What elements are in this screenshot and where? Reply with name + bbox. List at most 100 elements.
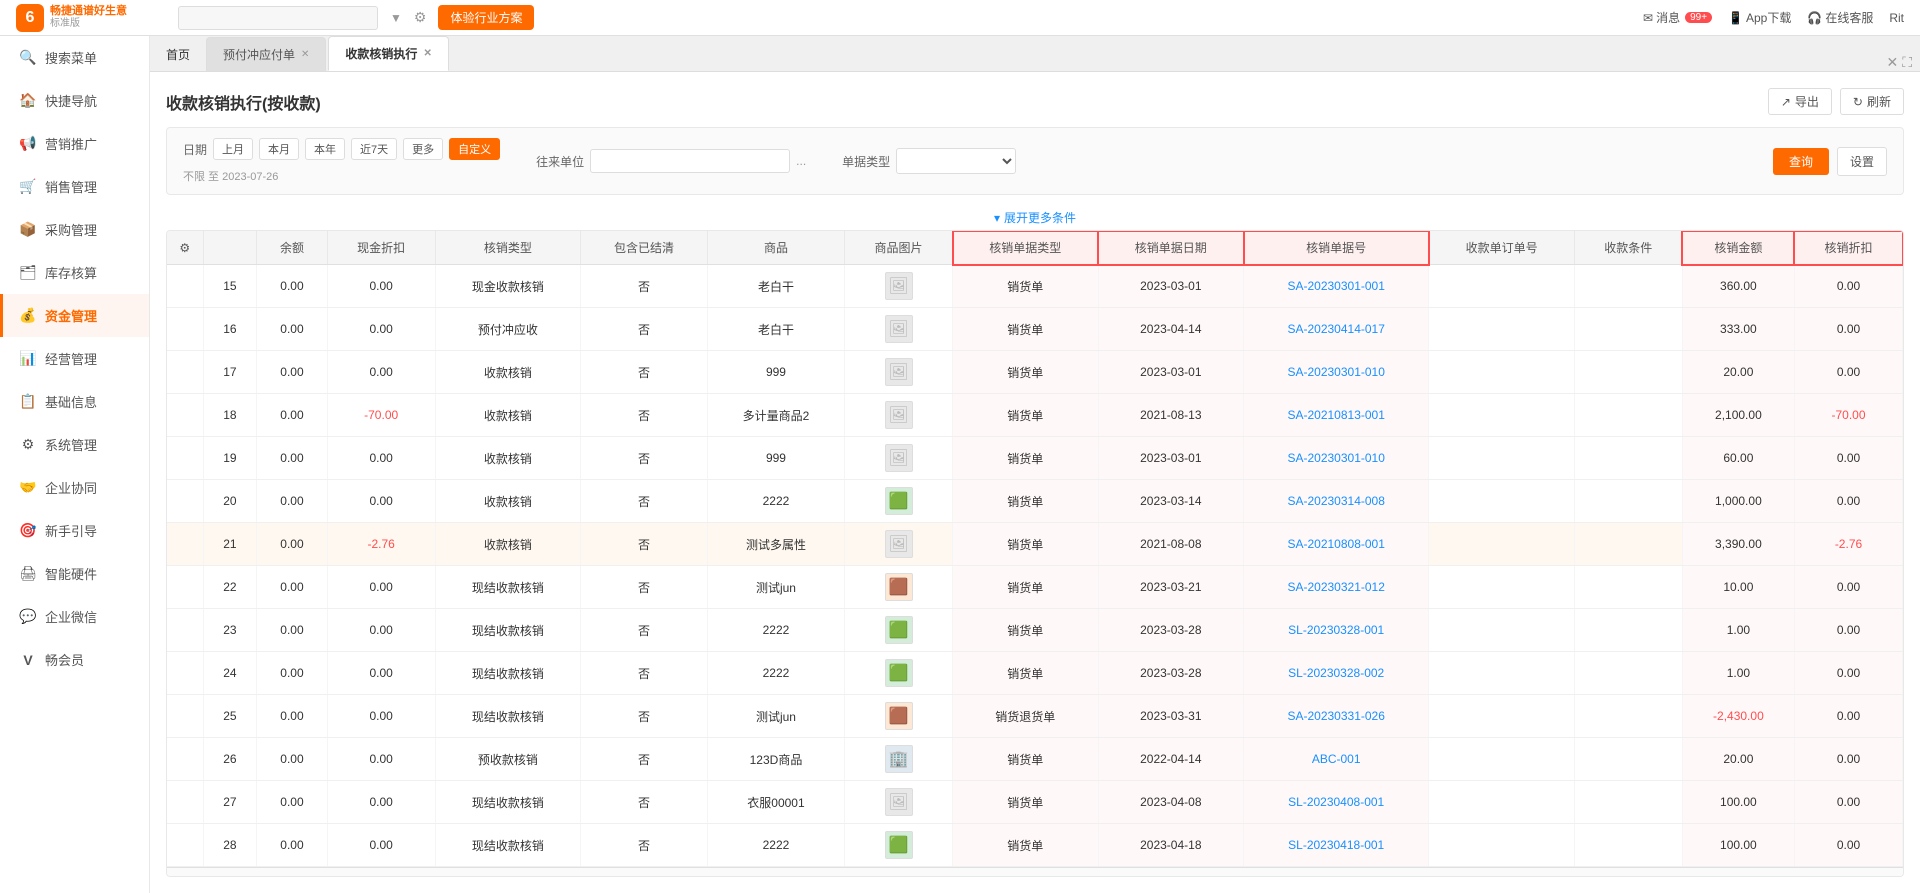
data-table-container[interactable]: ⚙ 余额 现金折扣 核销类型 包含已结清 商品 商品图片 核销单据类型 核销单据… bbox=[166, 230, 1904, 877]
cell-gear[interactable] bbox=[167, 394, 203, 437]
sidebar-item-finance[interactable]: 💰 资金管理 bbox=[0, 294, 149, 337]
cell-verify-doc-no[interactable]: SA-20210808-001 bbox=[1244, 523, 1429, 566]
close-window-icon[interactable]: ✕ bbox=[1886, 54, 1898, 71]
cell-verify-discount: 0.00 bbox=[1794, 265, 1902, 308]
cell-gear[interactable] bbox=[167, 523, 203, 566]
cell-verify-discount: 0.00 bbox=[1794, 738, 1902, 781]
cell-verify-doc-no[interactable]: SA-20230331-026 bbox=[1244, 695, 1429, 738]
query-btn[interactable]: 查询 bbox=[1773, 148, 1829, 175]
app-download-btn[interactable]: 📱 App下载 bbox=[1728, 9, 1791, 26]
member-icon: V bbox=[19, 651, 37, 669]
cell-verify-doc-date: 2023-03-28 bbox=[1098, 652, 1244, 695]
cell-num: 16 bbox=[203, 308, 257, 351]
finance-icon: 💰 bbox=[19, 307, 37, 325]
maximize-icon[interactable]: ⛶ bbox=[1902, 54, 1912, 71]
doctype-select[interactable] bbox=[896, 148, 1016, 174]
industry-btn[interactable]: 体验行业方案 bbox=[438, 5, 534, 30]
cell-verify-doc-date: 2021-08-13 bbox=[1098, 394, 1244, 437]
cell-verify-doc-type: 销货单 bbox=[953, 738, 1099, 781]
sidebar-item-hardware[interactable]: 🖨 智能硬件 bbox=[0, 552, 149, 595]
cell-verify-discount: 0.00 bbox=[1794, 351, 1902, 394]
message-btn[interactable]: ✉ 消息 99+ bbox=[1643, 9, 1712, 26]
cell-gear[interactable] bbox=[167, 695, 203, 738]
cell-gear[interactable] bbox=[167, 566, 203, 609]
product-img: 🖼 bbox=[885, 272, 913, 300]
cell-gear[interactable] bbox=[167, 437, 203, 480]
sidebar-item-inventory[interactable]: 🗂 库存核算 bbox=[0, 251, 149, 294]
date-custom-btn[interactable]: 自定义 bbox=[449, 138, 500, 160]
cell-gear[interactable] bbox=[167, 480, 203, 523]
sidebar-item-marketing[interactable]: 📢 营销推广 bbox=[0, 122, 149, 165]
cell-verify-amount: 60.00 bbox=[1682, 437, 1794, 480]
user-name[interactable]: Rit bbox=[1889, 11, 1904, 25]
sidebar-item-system[interactable]: ⚙ 系统管理 bbox=[0, 423, 149, 466]
tab-prepay-close[interactable]: ✕ bbox=[301, 49, 309, 60]
refresh-btn[interactable]: ↻ 刷新 bbox=[1840, 88, 1904, 115]
cell-verify-doc-no[interactable]: SA-20230314-008 bbox=[1244, 480, 1429, 523]
cell-verify-doc-no[interactable]: SA-20230414-017 bbox=[1244, 308, 1429, 351]
cell-verify-doc-no[interactable]: SL-20230328-001 bbox=[1244, 609, 1429, 652]
tab-home[interactable]: 首页 bbox=[150, 38, 206, 71]
cell-verify-doc-no[interactable]: SA-20230301-010 bbox=[1244, 351, 1429, 394]
date-more-btn[interactable]: 更多 bbox=[403, 138, 443, 160]
cell-receipt-order-no bbox=[1429, 738, 1575, 781]
cell-gear[interactable] bbox=[167, 652, 203, 695]
cell-gear[interactable] bbox=[167, 308, 203, 351]
cell-verify-doc-no[interactable]: SA-20230301-010 bbox=[1244, 437, 1429, 480]
sidebar-item-sales[interactable]: 🛒 销售管理 bbox=[0, 165, 149, 208]
cell-verify-type: 现金收款核销 bbox=[435, 265, 581, 308]
table-row: 24 0.00 0.00 现结收款核销 否 2222 🟩 销货单 2023-03… bbox=[167, 652, 1903, 695]
cell-verify-doc-no[interactable]: SA-20210813-001 bbox=[1244, 394, 1429, 437]
cell-gear[interactable] bbox=[167, 265, 203, 308]
sidebar-item-guide[interactable]: 🎯 新手引导 bbox=[0, 509, 149, 552]
sidebar-item-operations[interactable]: 📊 经营管理 bbox=[0, 337, 149, 380]
cell-verify-doc-no[interactable]: SL-20230418-001 bbox=[1244, 824, 1429, 867]
online-service-btn[interactable]: 🎧 在线客服 bbox=[1807, 9, 1873, 26]
cell-verify-amount: 20.00 bbox=[1682, 351, 1794, 394]
sidebar-item-purchase[interactable]: 📦 采购管理 bbox=[0, 208, 149, 251]
date-last-month-btn[interactable]: 上月 bbox=[213, 138, 253, 160]
cell-verify-doc-no[interactable]: ABC-001 bbox=[1244, 738, 1429, 781]
cell-cash-discount: 0.00 bbox=[327, 351, 435, 394]
sidebar-item-search[interactable]: 🔍 搜索菜单 bbox=[0, 36, 149, 79]
cell-verify-amount: 333.00 bbox=[1682, 308, 1794, 351]
cell-verify-amount: 1.00 bbox=[1682, 652, 1794, 695]
dropdown-icon[interactable]: ▼ bbox=[390, 11, 402, 25]
sidebar-item-basic[interactable]: 📋 基础信息 bbox=[0, 380, 149, 423]
sidebar-item-shortcut[interactable]: 🏠 快捷导航 bbox=[0, 79, 149, 122]
cell-gear[interactable] bbox=[167, 824, 203, 867]
partner-input[interactable] bbox=[590, 149, 790, 173]
cell-verify-doc-no[interactable]: SL-20230328-002 bbox=[1244, 652, 1429, 695]
tab-receipt-close[interactable]: ✕ bbox=[423, 48, 431, 59]
export-btn[interactable]: ↗ 导出 bbox=[1768, 88, 1832, 115]
cell-gear[interactable] bbox=[167, 609, 203, 652]
cell-verify-type: 现结收款核销 bbox=[435, 781, 581, 824]
date-this-month-btn[interactable]: 本月 bbox=[259, 138, 299, 160]
partner-dots[interactable]: ... bbox=[796, 154, 806, 168]
sidebar-item-wechat[interactable]: 💬 企业微信 bbox=[0, 595, 149, 638]
cell-num: 26 bbox=[203, 738, 257, 781]
cell-gear[interactable] bbox=[167, 351, 203, 394]
top-search-input[interactable] bbox=[178, 6, 378, 30]
cell-gear[interactable] bbox=[167, 738, 203, 781]
cell-receipt-condition bbox=[1574, 265, 1682, 308]
cell-verify-doc-no[interactable]: SA-20230301-001 bbox=[1244, 265, 1429, 308]
col-gear[interactable]: ⚙ bbox=[167, 231, 203, 265]
date-7days-btn[interactable]: 近7天 bbox=[351, 138, 397, 160]
sidebar-item-member[interactable]: V 畅会员 bbox=[0, 638, 149, 681]
cell-verify-doc-no[interactable]: SL-20230408-001 bbox=[1244, 781, 1429, 824]
tab-bar: 首页 预付冲应付单 ✕ 收款核销执行 ✕ ✕ ⛶ bbox=[150, 36, 1920, 72]
tab-receipt[interactable]: 收款核销执行 ✕ bbox=[328, 36, 448, 71]
expand-more-bar[interactable]: ▾ 展开更多条件 bbox=[166, 205, 1904, 230]
cell-gear[interactable] bbox=[167, 781, 203, 824]
cell-verify-doc-no[interactable]: SA-20230321-012 bbox=[1244, 566, 1429, 609]
settings-icon[interactable]: ⚙ bbox=[414, 9, 427, 26]
cell-cash-discount: 0.00 bbox=[327, 609, 435, 652]
sidebar-item-enterprise[interactable]: 🤝 企业协同 bbox=[0, 466, 149, 509]
cell-verify-amount: 1,000.00 bbox=[1682, 480, 1794, 523]
product-img: 🖼 bbox=[885, 530, 913, 558]
tab-prepay[interactable]: 预付冲应付单 ✕ bbox=[206, 37, 326, 71]
filter-settings-btn[interactable]: 设置 bbox=[1837, 147, 1887, 176]
date-this-year-btn[interactable]: 本年 bbox=[305, 138, 345, 160]
cell-receipt-order-no bbox=[1429, 308, 1575, 351]
